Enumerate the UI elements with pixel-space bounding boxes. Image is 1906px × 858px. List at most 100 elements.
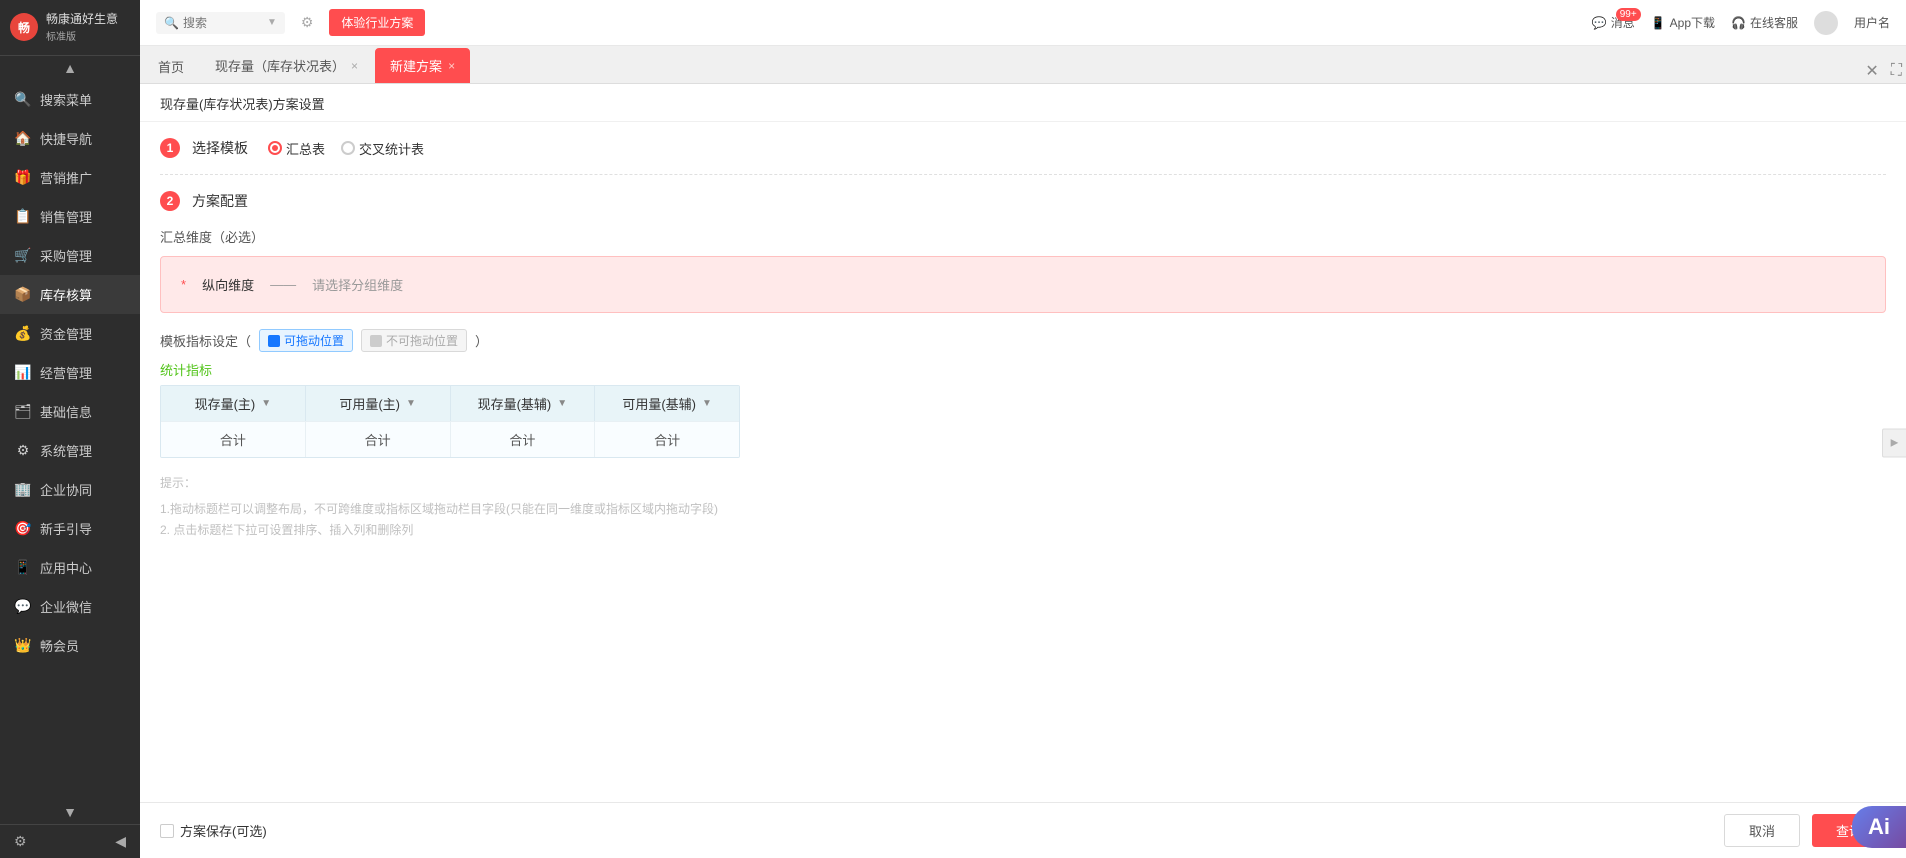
home-tab-label: 首页 xyxy=(158,57,184,76)
sidebar-item-inventory[interactable]: 📦 库存核算 xyxy=(0,275,140,314)
table-header-cell-1[interactable]: 可用量(主) ▼ xyxy=(306,386,451,421)
inventory-tab-close[interactable]: × xyxy=(351,59,358,73)
table-data-cell-3: 合计 xyxy=(595,422,739,457)
stats-section: 统计指标 现存量(主) ▼ 可用量(主) ▼ xyxy=(160,360,1886,461)
sidebar-item-basic-info[interactable]: 🗂 基础信息 xyxy=(0,392,140,431)
sales-icon: 📋 xyxy=(14,207,32,225)
indicator-close: ） xyxy=(475,331,488,350)
col2-label: 现存量(基辅) xyxy=(478,394,552,413)
step1-label: 选择模板 xyxy=(192,138,248,158)
sidebar-item-marketing[interactable]: 🎁 营销推广 xyxy=(0,158,140,197)
radio-crosstab-circle xyxy=(341,141,355,155)
table-header-cell-2[interactable]: 现存量(基辅) ▼ xyxy=(451,386,596,421)
sidebar-item-system[interactable]: ⚙ 系统管理 xyxy=(0,431,140,470)
window-close-button[interactable]: ✕ xyxy=(1861,59,1882,83)
stats-table: 现存量(主) ▼ 可用量(主) ▼ 现存量(基辅) ▼ xyxy=(160,385,740,458)
col1-label: 可用量(主) xyxy=(339,394,400,413)
sidebar-item-label: 企业协同 xyxy=(40,480,92,499)
footer-bar: 方案保存(可选) 取消 查询 xyxy=(140,802,1906,858)
new-plan-tab-close[interactable]: × xyxy=(448,59,455,73)
sidebar-item-quick-nav[interactable]: 🏠 快捷导航 xyxy=(0,119,140,158)
sidebar-item-enterprise[interactable]: 🏢 企业协同 xyxy=(0,470,140,509)
table-header-cell-3[interactable]: 可用量(基辅) ▼ xyxy=(595,386,739,421)
sidebar-item-label: 应用中心 xyxy=(40,558,92,577)
table-data-cell-0: 合计 xyxy=(161,422,306,457)
sidebar-item-label: 企业微信 xyxy=(40,597,92,616)
dimension-box: * 纵向维度 —— 请选择分组维度 xyxy=(160,256,1886,313)
sidebar-scroll-down[interactable]: ▼ xyxy=(0,800,140,824)
sidebar-item-sales[interactable]: 📋 销售管理 xyxy=(0,197,140,236)
tab-new-plan[interactable]: 新建方案 × xyxy=(375,48,470,83)
collapse-sidebar-button[interactable]: ◀ xyxy=(115,833,126,850)
col0-sub: 合计 xyxy=(220,430,246,449)
draggable-icon xyxy=(268,335,280,347)
col3-sub: 合计 xyxy=(654,430,680,449)
radio-crosstab[interactable]: 交叉统计表 xyxy=(341,139,424,158)
user-avatar[interactable] xyxy=(1814,11,1838,35)
app-name-block: 畅康通好生意 标准版 xyxy=(46,12,118,43)
sidebar-item-search-menu[interactable]: 🔍 搜索菜单 xyxy=(0,80,140,119)
sidebar: 畅 畅康通好生意 标准版 ▲ 🔍 搜索菜单 🏠 快捷导航 🎁 营销推广 📋 销售… xyxy=(0,0,140,858)
required-star: * xyxy=(181,277,186,292)
quick-nav-icon: 🏠 xyxy=(14,129,32,147)
hint-1: 1.拖动标题栏可以调整布局，不可跨维度或指标区域拖动栏目字段(只能在同一维度或指… xyxy=(160,499,1886,521)
sidebar-item-label: 基础信息 xyxy=(40,402,92,421)
basic-info-icon: 🗂 xyxy=(14,402,32,420)
sidebar-item-operations[interactable]: 📊 经营管理 xyxy=(0,353,140,392)
radio-summary-dot xyxy=(272,145,278,151)
inventory-icon: 📦 xyxy=(14,285,32,303)
sidebar-item-finance[interactable]: 💰 资金管理 xyxy=(0,314,140,353)
col2-chevron: ▼ xyxy=(557,398,567,409)
save-option[interactable]: 方案保存(可选) xyxy=(160,821,267,840)
operations-icon: 📊 xyxy=(14,363,32,381)
non-draggable-icon xyxy=(370,335,382,347)
tabs-bar: 首页 现存量（库存状况表） × 新建方案 × ✕ ⛶ xyxy=(140,46,1906,84)
app-logo: 畅 畅康通好生意 标准版 xyxy=(0,0,140,56)
online-service-button[interactable]: 🎧 在线客服 xyxy=(1731,14,1798,31)
cta-button[interactable]: 体验行业方案 xyxy=(329,9,425,36)
col1-chevron: ▼ xyxy=(406,398,416,409)
save-checkbox[interactable] xyxy=(160,824,174,838)
window-expand-button[interactable]: ⛶ xyxy=(1887,60,1906,82)
marketing-icon: 🎁 xyxy=(14,168,32,186)
col3-chevron: ▼ xyxy=(702,398,712,409)
sidebar-item-purchase[interactable]: 🛒 采购管理 xyxy=(0,236,140,275)
tab-inventory[interactable]: 现存量（库存状况表） × xyxy=(200,48,373,83)
radio-summary-circle xyxy=(268,141,282,155)
col1-sub: 合计 xyxy=(365,430,391,449)
cancel-button[interactable]: 取消 xyxy=(1724,814,1800,847)
search-box[interactable]: 🔍 ▼ xyxy=(156,12,285,34)
page-header: 现存量(库存状况表)方案设置 xyxy=(140,84,1906,122)
divider-1 xyxy=(160,174,1886,175)
sidebar-item-enterprise-wechat[interactable]: 💬 企业微信 xyxy=(0,587,140,626)
sidebar-item-app-center[interactable]: 📱 应用中心 xyxy=(0,548,140,587)
table-header-cell-0[interactable]: 现存量(主) ▼ xyxy=(161,386,306,421)
ai-badge[interactable]: Ai xyxy=(1852,806,1906,848)
messages-button[interactable]: 💬 消息 99+ xyxy=(1592,14,1635,31)
gear-icon[interactable]: ⚙ xyxy=(297,10,318,35)
sidebar-item-label: 搜索菜单 xyxy=(40,90,92,109)
sidebar-item-member[interactable]: 👑 畅会员 xyxy=(0,626,140,665)
tab-home[interactable]: 首页 xyxy=(144,50,198,83)
app-center-icon: 📱 xyxy=(14,558,32,576)
search-input[interactable] xyxy=(183,16,263,30)
right-panel-toggle[interactable]: ▶ xyxy=(1882,429,1906,458)
draggable-label: 可拖动位置 xyxy=(284,332,344,349)
content-area: 现存量(库存状况表)方案设置 1 选择模板 汇总表 xyxy=(140,84,1906,802)
enterprise-wechat-icon: 💬 xyxy=(14,597,32,615)
sidebar-nav: 🔍 搜索菜单 🏠 快捷导航 🎁 营销推广 📋 销售管理 🛒 采购管理 📦 库存核… xyxy=(0,80,140,800)
sidebar-scroll-up[interactable]: ▲ xyxy=(0,56,140,80)
settings-button[interactable]: ⚙ xyxy=(14,833,27,850)
app-download-button[interactable]: 📱 App下载 xyxy=(1651,14,1715,31)
dimension-placeholder[interactable]: 请选择分组维度 xyxy=(312,275,403,294)
sidebar-item-label: 快捷导航 xyxy=(40,129,92,148)
member-icon: 👑 xyxy=(14,636,32,654)
radio-summary[interactable]: 汇总表 xyxy=(268,139,325,158)
new-plan-tab-label: 新建方案 xyxy=(390,56,442,75)
messages-badge: 99+ xyxy=(1616,8,1641,21)
username: 用户名 xyxy=(1854,14,1890,31)
indicator-settings-label: 模板指标设定（ 可拖动位置 不可拖动位置 ） xyxy=(160,329,1886,352)
sidebar-item-new-guide[interactable]: 🎯 新手引导 xyxy=(0,509,140,548)
step2-label: 方案配置 xyxy=(192,191,248,211)
table-data-row: 合计 合计 合计 合计 xyxy=(161,421,739,457)
